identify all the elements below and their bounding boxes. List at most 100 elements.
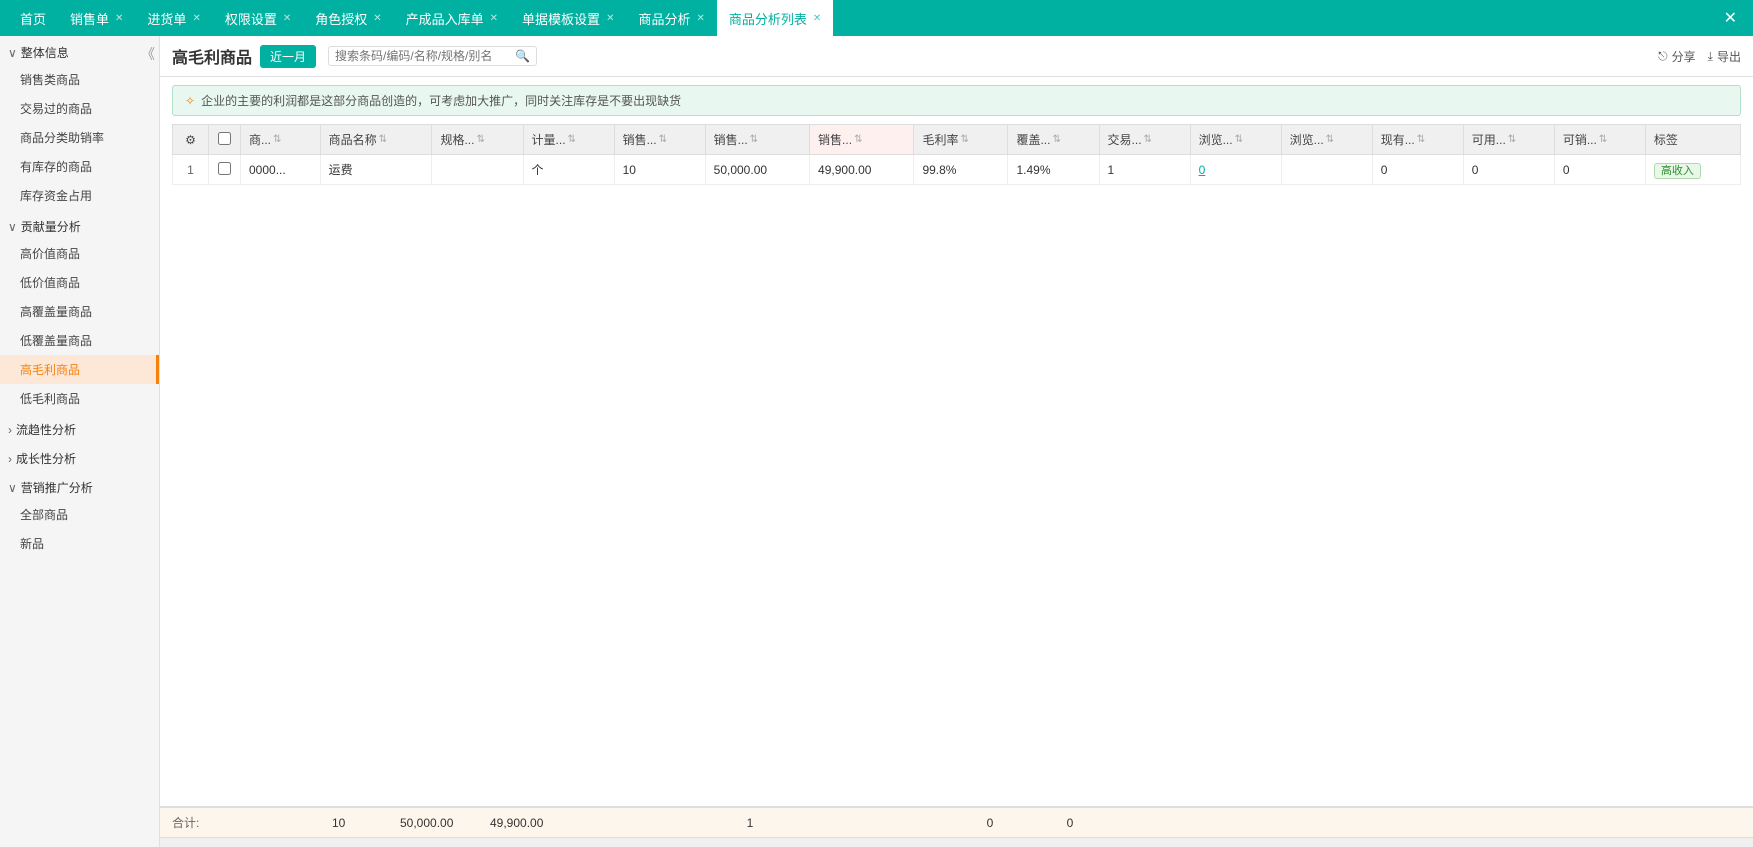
- search-input[interactable]: [335, 49, 515, 63]
- period-button[interactable]: 近一月: [260, 45, 316, 68]
- row-browse1[interactable]: 0: [1190, 155, 1281, 185]
- nav-sales[interactable]: 销售单 ✕: [58, 0, 135, 36]
- sidebar-item-traded-goods[interactable]: 交易过的商品: [0, 94, 159, 123]
- nav-permissions[interactable]: 权限设置 ✕: [213, 0, 303, 36]
- sort-icon11[interactable]: ⇅: [1235, 134, 1243, 145]
- sort-icon15[interactable]: ⇅: [1599, 134, 1607, 145]
- col-name-label: 商品名称: [329, 131, 377, 148]
- sort-icon14[interactable]: ⇅: [1508, 134, 1516, 145]
- sort-icon6[interactable]: ⇅: [750, 134, 758, 145]
- col-checkbox[interactable]: [209, 125, 241, 155]
- col-coverage[interactable]: 覆盖... ⇅: [1008, 125, 1099, 155]
- sidebar-item-in-stock[interactable]: 有库存的商品: [0, 152, 159, 181]
- col-sales-amount[interactable]: 销售... ⇅: [705, 125, 809, 155]
- nav-template-close[interactable]: ✕: [606, 13, 614, 24]
- sidebar-item-sales-goods[interactable]: 销售类商品: [0, 65, 159, 94]
- data-table-wrapper[interactable]: ⚙ 商... ⇅ 商品名称: [172, 124, 1741, 806]
- col-spec[interactable]: 规格... ⇅: [432, 125, 523, 155]
- search-icon[interactable]: 🔍: [515, 49, 530, 63]
- sidebar-group-marketing-label: 营销推广分析: [21, 479, 93, 496]
- col-name[interactable]: 商品名称 ⇅: [320, 125, 432, 155]
- sort-icon4[interactable]: ⇅: [568, 134, 576, 145]
- browse1-link[interactable]: 0: [1199, 163, 1206, 177]
- col-browse2[interactable]: 浏览... ⇅: [1281, 125, 1372, 155]
- arrow-right-icon: ›: [8, 423, 12, 437]
- nav-template-label: 单据模板设置: [522, 9, 600, 28]
- col-current-stock[interactable]: 现有... ⇅: [1372, 125, 1463, 155]
- sidebar-item-stock-capital[interactable]: 库存资金占用: [0, 181, 159, 210]
- sort-icon9[interactable]: ⇅: [1052, 134, 1060, 145]
- nav-permissions-close[interactable]: ✕: [283, 13, 291, 24]
- row-checkbox-cell[interactable]: [209, 155, 241, 185]
- nav-product-analysis[interactable]: 商品分析 ✕: [626, 0, 716, 36]
- sidebar-item-new-goods[interactable]: 新品: [0, 529, 159, 558]
- col-trade[interactable]: 交易... ⇅: [1099, 125, 1190, 155]
- col-code[interactable]: 商... ⇅: [241, 125, 321, 155]
- export-button[interactable]: ⤓ 导出: [1708, 48, 1741, 65]
- row-checkbox[interactable]: [218, 162, 231, 175]
- sort-icon13[interactable]: ⇅: [1417, 134, 1425, 145]
- sort-icon3[interactable]: ⇅: [476, 134, 484, 145]
- nav-product-analysis-close[interactable]: ✕: [696, 13, 704, 24]
- row-name: 运费: [320, 155, 432, 185]
- col-sellable[interactable]: 可销... ⇅: [1554, 125, 1645, 155]
- sidebar-group-growth[interactable]: › 成长性分析: [0, 442, 159, 471]
- col-browse1[interactable]: 浏览... ⇅: [1190, 125, 1281, 155]
- col-unit[interactable]: 计量... ⇅: [523, 125, 614, 155]
- search-box[interactable]: 🔍: [328, 46, 537, 66]
- sidebar-collapse-button[interactable]: 《: [141, 44, 155, 64]
- sort-icon5[interactable]: ⇅: [659, 134, 667, 145]
- nav-sales-close[interactable]: ✕: [115, 13, 123, 24]
- sidebar-group-overall[interactable]: ∨ 整体信息: [0, 36, 159, 65]
- top-navigation: 首页 销售单 ✕ 进货单 ✕ 权限设置 ✕ 角色授权 ✕ 产成品入库单 ✕ 单据…: [0, 0, 1753, 36]
- col-margin[interactable]: 毛利率 ⇅: [914, 125, 1008, 155]
- nav-product-analysis-list[interactable]: 商品分析列表 ✕: [717, 0, 833, 36]
- sort-icon7[interactable]: ⇅: [854, 134, 862, 145]
- sidebar: 《 ∨ 整体信息 销售类商品 交易过的商品 商品分类助销率 有库存的商品 库存资…: [0, 36, 160, 847]
- nav-purchase[interactable]: 进货单 ✕: [135, 0, 212, 36]
- nav-home[interactable]: 首页: [8, 0, 58, 36]
- sidebar-item-low-coverage[interactable]: 低覆盖量商品: [0, 326, 159, 355]
- nav-product-entry-close[interactable]: ✕: [490, 13, 498, 24]
- sort-icon2[interactable]: ⇅: [379, 134, 387, 145]
- sidebar-item-high-value[interactable]: 高价值商品: [0, 239, 159, 268]
- scrollbar-area[interactable]: [160, 837, 1753, 847]
- nav-roles[interactable]: 角色授权 ✕: [303, 0, 393, 36]
- col-available[interactable]: 可用... ⇅: [1463, 125, 1554, 155]
- col-coverage-label: 覆盖...: [1016, 131, 1050, 148]
- footer-cells: 10 50,000.00 49,900.00 1 0 0: [332, 816, 1741, 830]
- row-sales-qty: 10: [614, 155, 705, 185]
- sidebar-group-marketing[interactable]: ∨ 营销推广分析: [0, 471, 159, 500]
- nav-purchase-close[interactable]: ✕: [192, 13, 200, 24]
- close-all-button[interactable]: ✕: [1716, 8, 1745, 28]
- nav-product-entry[interactable]: 产成品入库单 ✕: [394, 0, 510, 36]
- share-button[interactable]: ⎋ 分享: [1658, 48, 1696, 65]
- sidebar-group-contribution[interactable]: ∨ 贡献量分析: [0, 210, 159, 239]
- sidebar-item-high-margin[interactable]: 高毛利商品: [0, 355, 159, 384]
- sort-icon8[interactable]: ⇅: [960, 134, 968, 145]
- sidebar-item-high-coverage[interactable]: 高覆盖量商品: [0, 297, 159, 326]
- select-all-checkbox[interactable]: [218, 132, 231, 145]
- row-sales-amount: 50,000.00: [705, 155, 809, 185]
- nav-roles-close[interactable]: ✕: [373, 13, 381, 24]
- col-tag[interactable]: 标签: [1645, 125, 1740, 155]
- sidebar-group-trend[interactable]: › 流趋性分析: [0, 413, 159, 442]
- table-row: 1 0000... 运费 个 10 50,000.00 49,900.00 99…: [173, 155, 1741, 185]
- col-sales-qty[interactable]: 销售... ⇅: [614, 125, 705, 155]
- col-settings[interactable]: ⚙: [173, 125, 209, 155]
- nav-template[interactable]: 单据模板设置 ✕: [510, 0, 626, 36]
- sort-icon10[interactable]: ⇅: [1144, 134, 1152, 145]
- settings-icon[interactable]: ⚙: [185, 133, 196, 147]
- sidebar-item-low-margin[interactable]: 低毛利商品: [0, 384, 159, 413]
- main-layout: 《 ∨ 整体信息 销售类商品 交易过的商品 商品分类助销率 有库存的商品 库存资…: [0, 36, 1753, 847]
- sidebar-item-all-goods[interactable]: 全部商品: [0, 500, 159, 529]
- nav-product-analysis-list-close[interactable]: ✕: [813, 13, 821, 24]
- col-sales-profit[interactable]: 销售... ⇅: [810, 125, 914, 155]
- sidebar-item-low-value[interactable]: 低价值商品: [0, 268, 159, 297]
- row-code: 0000...: [241, 155, 321, 185]
- sort-icon[interactable]: ⇅: [273, 134, 281, 145]
- info-banner-text: 企业的主要的利润都是这部分商品创造的，可考虑加大推广，同时关注库存是不要出现缺货: [201, 92, 681, 109]
- sidebar-item-category-assist[interactable]: 商品分类助销率: [0, 123, 159, 152]
- sort-icon12[interactable]: ⇅: [1326, 134, 1334, 145]
- header-actions: ⎋ 分享 ⤓ 导出: [1658, 48, 1741, 65]
